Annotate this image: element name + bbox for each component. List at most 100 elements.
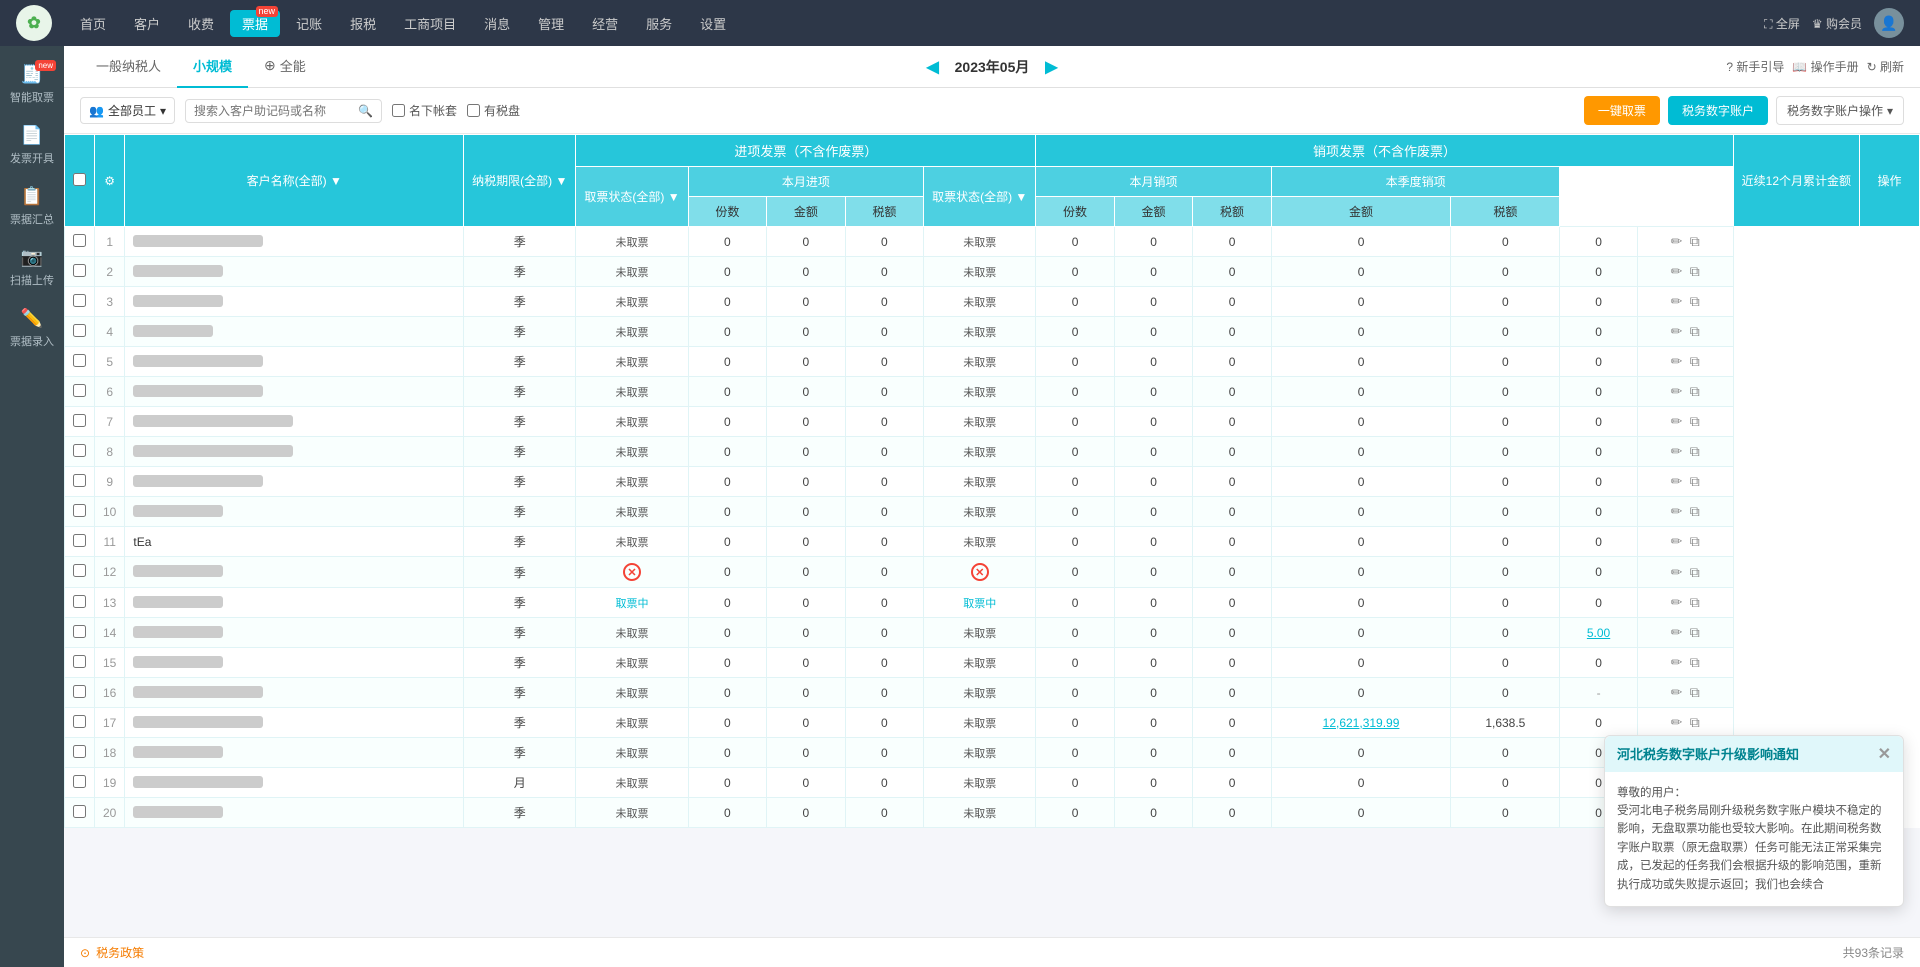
nav-service[interactable]: 服务: [634, 10, 684, 37]
refresh-btn[interactable]: ↻ 刷新: [1867, 58, 1904, 75]
date-prev-btn[interactable]: ◀: [921, 55, 945, 79]
nav-ticket[interactable]: 票据 new: [230, 10, 280, 37]
nav-accounting[interactable]: 记账: [284, 10, 334, 37]
row-checkbox[interactable]: [73, 655, 86, 668]
copy-icon[interactable]: ⧉: [1688, 712, 1702, 732]
my-account-checkbox[interactable]: [392, 104, 405, 117]
search-input[interactable]: [194, 104, 354, 118]
vip-btn[interactable]: ♛ 购会员: [1812, 15, 1862, 32]
sales-amount[interactable]: 12,621,319.99: [1323, 716, 1400, 730]
nav-home[interactable]: 首页: [68, 10, 118, 37]
edit-icon[interactable]: ✏: [1669, 622, 1685, 642]
checkbox-has-taxpad[interactable]: 有税盘: [467, 102, 520, 119]
edit-icon[interactable]: ✏: [1669, 411, 1685, 431]
in-tax-cell: 0: [845, 527, 924, 557]
manual-btn[interactable]: 📖 操作手册: [1792, 58, 1858, 75]
row-checkbox[interactable]: [73, 534, 86, 547]
copy-icon[interactable]: ⧉: [1688, 261, 1702, 281]
row-checkbox[interactable]: [73, 474, 86, 487]
employee-filter[interactable]: 👥 全部员工 ▾: [80, 97, 175, 124]
nav-settings[interactable]: 设置: [688, 10, 738, 37]
copy-icon[interactable]: ⧉: [1688, 321, 1702, 341]
edit-icon[interactable]: ✏: [1669, 531, 1685, 551]
tax-digital-ops-btn[interactable]: 税务数字账户操作 ▾: [1776, 96, 1904, 125]
cumulative-value[interactable]: 5.00: [1587, 626, 1610, 640]
fullscreen-btn[interactable]: ⛶ 全屏: [1764, 15, 1800, 32]
row-checkbox[interactable]: [73, 324, 86, 337]
select-all-checkbox[interactable]: [73, 173, 86, 186]
row-checkbox[interactable]: [73, 504, 86, 517]
client-name-cell: [125, 798, 464, 828]
row-checkbox[interactable]: [73, 805, 86, 818]
tab-all[interactable]: ⊕ 全能: [248, 46, 322, 88]
row-checkbox[interactable]: [73, 294, 86, 307]
copy-icon[interactable]: ⧉: [1688, 562, 1702, 582]
row-checkbox[interactable]: [73, 595, 86, 608]
one-key-ticket-btn[interactable]: 一键取票: [1584, 96, 1660, 125]
notification-header: 河北税务数字账户升级影响通知 ✕: [1605, 736, 1903, 772]
nav-business[interactable]: 工商项目: [392, 10, 468, 37]
search-icon[interactable]: 🔍: [358, 104, 373, 118]
row-checkbox[interactable]: [73, 234, 86, 247]
row-checkbox[interactable]: [73, 414, 86, 427]
sidebar-item-smart-ticket[interactable]: 🧾 智能取票 new: [0, 54, 64, 115]
nav-customer[interactable]: 客户: [122, 10, 172, 37]
edit-icon[interactable]: ✏: [1669, 652, 1685, 672]
copy-icon[interactable]: ⧉: [1688, 622, 1702, 642]
edit-icon[interactable]: ✏: [1669, 592, 1685, 612]
edit-icon[interactable]: ✏: [1669, 321, 1685, 341]
copy-icon[interactable]: ⧉: [1688, 231, 1702, 251]
edit-icon[interactable]: ✏: [1669, 682, 1685, 702]
edit-icon[interactable]: ✏: [1669, 351, 1685, 371]
edit-icon[interactable]: ✏: [1669, 501, 1685, 521]
sidebar-item-summary[interactable]: 📋 票据汇总: [0, 176, 64, 237]
tab-small-scale[interactable]: 小规模: [177, 46, 248, 88]
sidebar-item-entry[interactable]: ✏️ 票据录入: [0, 298, 64, 359]
user-avatar[interactable]: 👤: [1874, 8, 1904, 38]
copy-icon[interactable]: ⧉: [1688, 411, 1702, 431]
copy-icon[interactable]: ⧉: [1688, 531, 1702, 551]
row-checkbox[interactable]: [73, 444, 86, 457]
copy-icon[interactable]: ⧉: [1688, 471, 1702, 491]
tax-policy-link[interactable]: 税务政策: [96, 944, 144, 961]
nav-operation[interactable]: 经营: [580, 10, 630, 37]
edit-icon[interactable]: ✏: [1669, 441, 1685, 461]
edit-icon[interactable]: ✏: [1669, 562, 1685, 582]
tax-digital-account-btn[interactable]: 税务数字账户: [1668, 96, 1768, 125]
nav-fee[interactable]: 收费: [176, 10, 226, 37]
edit-icon[interactable]: ✏: [1669, 471, 1685, 491]
copy-icon[interactable]: ⧉: [1688, 441, 1702, 461]
edit-icon[interactable]: ✏: [1669, 291, 1685, 311]
has-taxpad-checkbox[interactable]: [467, 104, 480, 117]
row-checkbox[interactable]: [73, 685, 86, 698]
copy-icon[interactable]: ⧉: [1688, 652, 1702, 672]
date-next-btn[interactable]: ▶: [1039, 55, 1063, 79]
copy-icon[interactable]: ⧉: [1688, 592, 1702, 612]
edit-icon[interactable]: ✏: [1669, 381, 1685, 401]
edit-icon[interactable]: ✏: [1669, 712, 1685, 732]
row-checkbox[interactable]: [73, 354, 86, 367]
row-checkbox[interactable]: [73, 564, 86, 577]
notification-close-btn[interactable]: ✕: [1878, 744, 1891, 764]
row-checkbox[interactable]: [73, 775, 86, 788]
row-checkbox[interactable]: [73, 715, 86, 728]
row-checkbox[interactable]: [73, 745, 86, 758]
copy-icon[interactable]: ⧉: [1688, 501, 1702, 521]
copy-icon[interactable]: ⧉: [1688, 351, 1702, 371]
sidebar-item-scan[interactable]: 📷 扫描上传: [0, 237, 64, 298]
copy-icon[interactable]: ⧉: [1688, 381, 1702, 401]
nav-manage[interactable]: 管理: [526, 10, 576, 37]
edit-icon[interactable]: ✏: [1669, 231, 1685, 251]
checkbox-my-account[interactable]: 名下帐套: [392, 102, 457, 119]
copy-icon[interactable]: ⧉: [1688, 291, 1702, 311]
sidebar-item-open-invoice[interactable]: 📄 发票开具: [0, 115, 64, 176]
copy-icon[interactable]: ⧉: [1688, 682, 1702, 702]
nav-message[interactable]: 消息: [472, 10, 522, 37]
row-checkbox[interactable]: [73, 384, 86, 397]
row-checkbox[interactable]: [73, 264, 86, 277]
row-checkbox[interactable]: [73, 625, 86, 638]
edit-icon[interactable]: ✏: [1669, 261, 1685, 281]
new-guide-btn[interactable]: ? 新手引导: [1726, 58, 1784, 75]
tab-general-taxpayer[interactable]: 一般纳税人: [80, 46, 177, 88]
nav-tax[interactable]: 报税: [338, 10, 388, 37]
